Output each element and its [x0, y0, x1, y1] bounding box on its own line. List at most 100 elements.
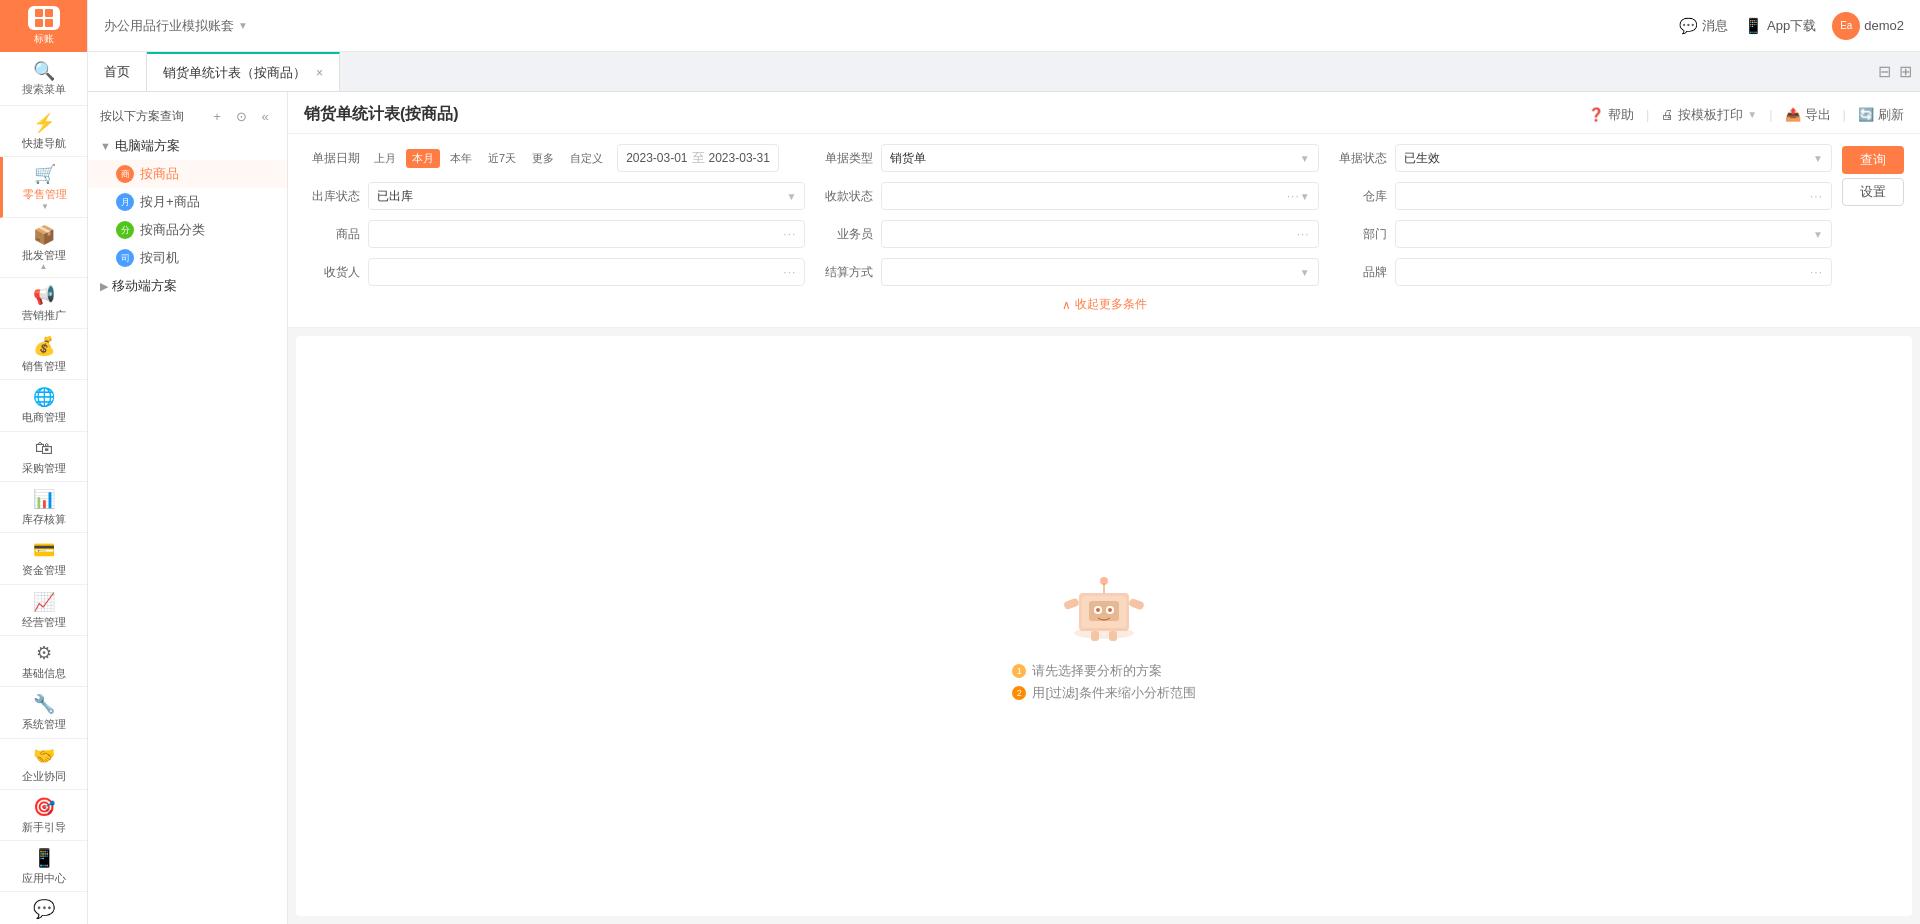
- out-status-value: 已出库: [377, 188, 786, 205]
- settlement-control[interactable]: ▼: [881, 258, 1318, 286]
- scheme-by-category[interactable]: 分 按商品分类: [88, 216, 287, 244]
- nav-marketing-icon: 📢: [33, 284, 55, 306]
- tab-minimize-btn[interactable]: ⊟: [1878, 62, 1891, 81]
- nav-operations[interactable]: 📈 经营管理: [0, 585, 87, 636]
- date-tag-more[interactable]: 更多: [526, 149, 560, 168]
- date-tag-current-year[interactable]: 本年: [444, 149, 478, 168]
- left-panel-actions: + ⊙ «: [207, 106, 275, 126]
- top-header: 办公用品行业模拟账套 ▼ 💬 消息 📱 App下载 Ea demo2: [88, 0, 1920, 52]
- print-label: 按模板打印: [1678, 106, 1743, 124]
- nav-cooperation[interactable]: 🤝 企业协同: [0, 739, 87, 790]
- nav-apps[interactable]: 📱 应用中心: [0, 841, 87, 892]
- salesperson-dots: ···: [1297, 227, 1310, 241]
- nav-ecommerce-icon: 🌐: [33, 386, 55, 408]
- account-dropdown-arrow: ▼: [238, 20, 248, 31]
- app-download-btn[interactable]: 📱 App下载: [1744, 17, 1816, 35]
- receiver-dots: ···: [783, 265, 796, 279]
- left-panel-header: 按以下方案查询 + ⊙ «: [88, 100, 287, 132]
- doc-type-arrow: ▼: [1300, 153, 1310, 164]
- department-control[interactable]: ▼: [1395, 220, 1832, 248]
- filter-warehouse: 仓库 ···: [1331, 182, 1832, 210]
- page-title: 销货单统计表(按商品): [304, 104, 459, 125]
- sidebar-logo[interactable]: 标账: [0, 0, 87, 52]
- filter-receiver: 收货人 ···: [304, 258, 805, 286]
- tab-maximize-btn[interactable]: ⊞: [1899, 62, 1912, 81]
- svg-rect-1: [45, 9, 53, 17]
- doc-status-arrow: ▼: [1813, 153, 1823, 164]
- export-btn[interactable]: 📤 导出: [1785, 106, 1831, 124]
- account-name: 办公用品行业模拟账套: [104, 17, 234, 35]
- pc-group-toggle[interactable]: ▼ 电脑端方案: [88, 132, 287, 160]
- setting-button[interactable]: 设置: [1842, 178, 1904, 206]
- nav-inventory[interactable]: 📊 库存核算: [0, 482, 87, 533]
- nav-basic[interactable]: ⚙ 基础信息: [0, 636, 87, 687]
- help-label: 帮助: [1608, 106, 1634, 124]
- nav-sales[interactable]: 💰 销售管理: [0, 329, 87, 380]
- scheme-by-month-product-icon: 月: [116, 193, 134, 211]
- mobile-group-toggle[interactable]: ▶ 移动端方案: [88, 272, 287, 300]
- scheme-by-driver[interactable]: 司 按司机: [88, 244, 287, 272]
- filter-row-1: 单据日期 上月 本月 本年 近7天 更多 自定义: [304, 144, 1832, 172]
- collapse-panel-btn[interactable]: «: [255, 106, 275, 126]
- search-button[interactable]: 查询: [1842, 146, 1904, 174]
- tab-sales-report[interactable]: 销货单统计表（按商品） ×: [147, 52, 340, 91]
- date-tag-custom[interactable]: 自定义: [564, 149, 609, 168]
- scheme-by-month-product[interactable]: 月 按月+商品: [88, 188, 287, 216]
- nav-finance[interactable]: 💳 资金管理: [0, 533, 87, 584]
- brand-control[interactable]: ···: [1395, 258, 1832, 286]
- nav-retail-arrow: ▼: [41, 202, 49, 211]
- tab-home[interactable]: 首页: [88, 52, 147, 91]
- doc-type-label: 单据类型: [817, 150, 873, 167]
- message-btn[interactable]: 💬 消息: [1679, 17, 1728, 35]
- doc-status-control[interactable]: 已生效 ▼: [1395, 144, 1832, 172]
- date-tag-7days[interactable]: 近7天: [482, 149, 522, 168]
- nav-marketing[interactable]: 📢 营销推广: [0, 278, 87, 329]
- out-status-control[interactable]: 已出库 ▼: [368, 182, 805, 210]
- scheme-by-product[interactable]: 商 按商品: [88, 160, 287, 188]
- empty-hints: 请先选择要分析的方案 用[过滤]条件来缩小分析范围: [1012, 660, 1195, 704]
- payment-status-control[interactable]: ··· ▼: [881, 182, 1318, 210]
- collapse-filter-btn[interactable]: ∧ 收起更多条件: [304, 292, 1904, 317]
- add-scheme-btn[interactable]: +: [207, 106, 227, 126]
- scheme-by-driver-icon: 司: [116, 249, 134, 267]
- refresh-btn[interactable]: 🔄 刷新: [1858, 106, 1904, 124]
- collapse-arrow: ∧: [1062, 298, 1071, 312]
- nav-quick-icon: ⚡: [33, 112, 55, 134]
- user-menu[interactable]: Ea demo2: [1832, 12, 1904, 40]
- nav-ecommerce[interactable]: 🌐 电商管理: [0, 380, 87, 431]
- receiver-control[interactable]: ···: [368, 258, 805, 286]
- date-tag-current-month[interactable]: 本月: [406, 149, 440, 168]
- warehouse-control[interactable]: ···: [1395, 182, 1832, 210]
- nav-newbie[interactable]: 🎯 新手引导: [0, 790, 87, 841]
- nav-system[interactable]: 🔧 系统管理: [0, 687, 87, 738]
- print-icon: 🖨: [1661, 107, 1674, 122]
- account-dropdown[interactable]: 办公用品行业模拟账套 ▼: [104, 17, 248, 35]
- edit-scheme-btn[interactable]: ⊙: [231, 106, 251, 126]
- nav-wholesale[interactable]: 📦 批发管理 ▲: [0, 218, 87, 278]
- tab-sales-label: 销货单统计表（按商品）: [163, 64, 306, 82]
- user-avatar: Ea: [1832, 12, 1860, 40]
- logo-icon: [28, 6, 60, 30]
- date-start: 2023-03-01: [626, 151, 687, 165]
- svg-rect-7: [1089, 601, 1119, 621]
- date-range-control[interactable]: 2023-03-01 至 2023-03-31: [617, 144, 779, 172]
- date-tag-last-month[interactable]: 上月: [368, 149, 402, 168]
- nav-retail-icon: 🛒: [34, 163, 56, 185]
- svg-rect-17: [1109, 631, 1117, 641]
- nav-wechat[interactable]: 💬 企业微信: [0, 892, 87, 924]
- edit-icon: ⊙: [236, 109, 247, 124]
- help-btn[interactable]: ❓ 帮助: [1588, 106, 1634, 124]
- goods-label: 商品: [304, 226, 360, 243]
- doc-type-control[interactable]: 销货单 ▼: [881, 144, 1318, 172]
- search-menu-item[interactable]: 🔍 搜索菜单: [0, 52, 87, 106]
- nav-finance-icon: 💳: [33, 539, 55, 561]
- nav-purchase[interactable]: 🛍 采购管理: [0, 432, 87, 482]
- goods-control[interactable]: ···: [368, 220, 805, 248]
- print-btn[interactable]: 🖨 按模板打印 ▼: [1661, 106, 1757, 124]
- filter-settlement: 结算方式 ▼: [817, 258, 1318, 286]
- nav-retail[interactable]: 🛒 零售管理 ▼: [0, 157, 87, 217]
- tab-close-btn[interactable]: ×: [316, 66, 323, 80]
- department-label: 部门: [1331, 226, 1387, 243]
- salesperson-control[interactable]: ···: [881, 220, 1318, 248]
- nav-quick[interactable]: ⚡ 快捷导航: [0, 106, 87, 157]
